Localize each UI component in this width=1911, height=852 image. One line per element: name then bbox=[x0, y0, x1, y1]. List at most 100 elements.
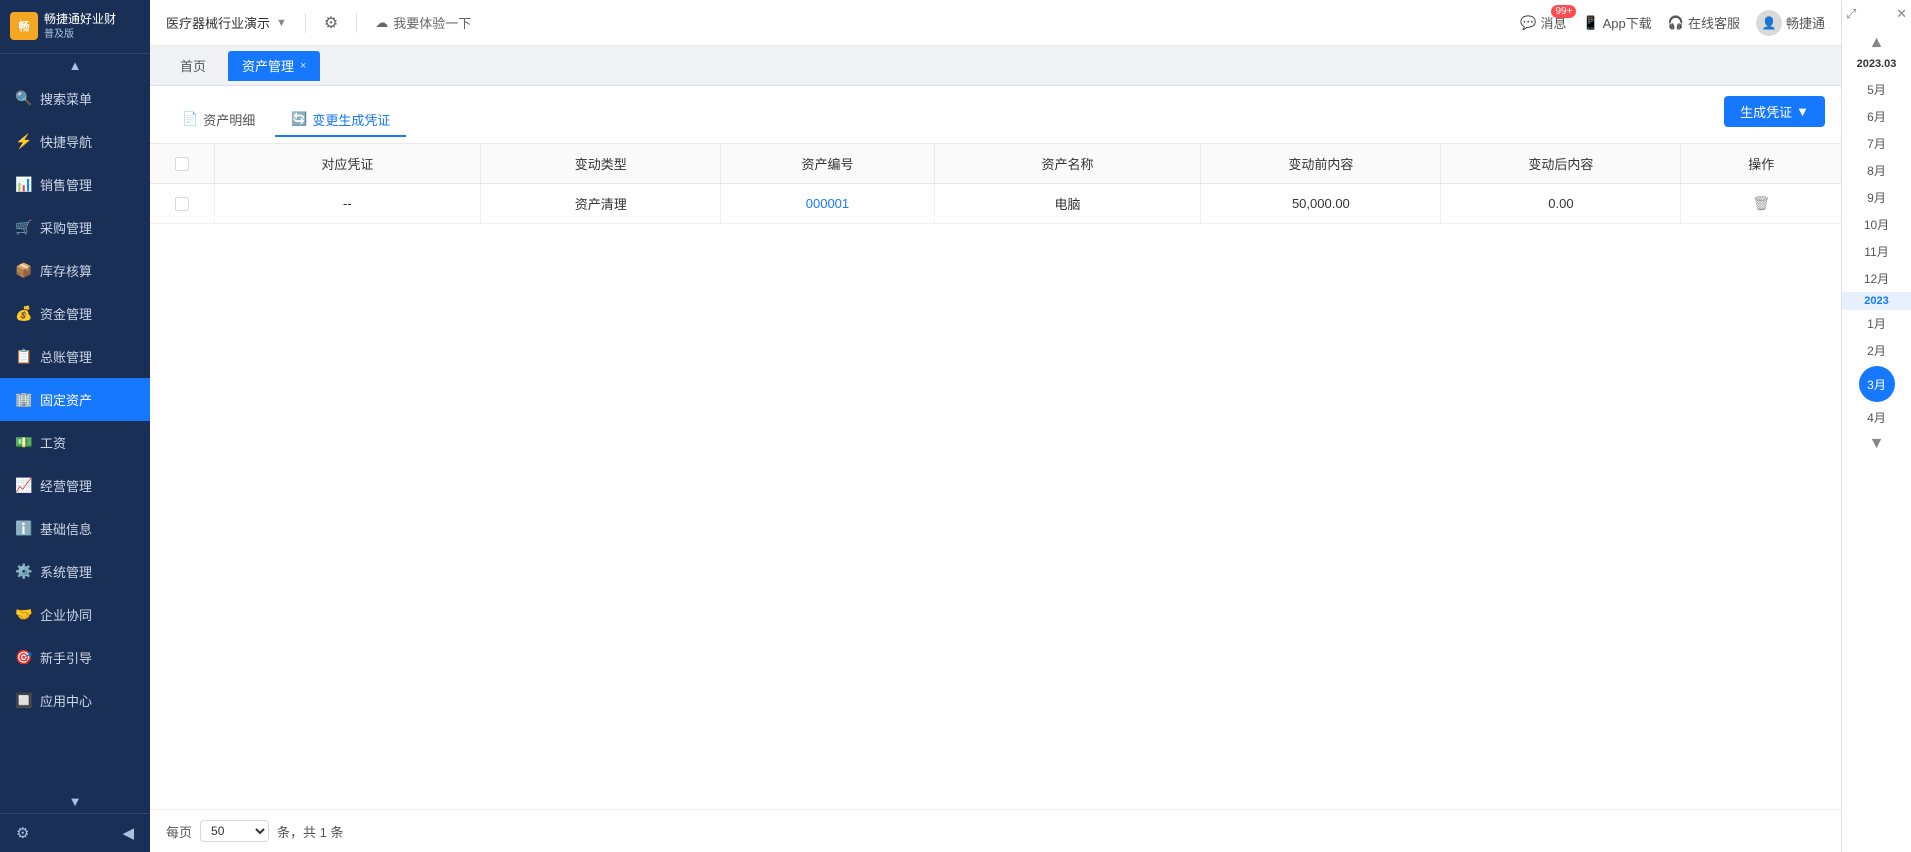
fixed-icon: 🏢 bbox=[16, 391, 32, 407]
online-service-button[interactable]: 🎧 在线客服 bbox=[1668, 13, 1740, 32]
select-all-checkbox[interactable] bbox=[175, 157, 189, 171]
table-container: 对应凭证 变动类型 资产编号 资产名称 变动前内容 变动后内容 操作 -- 资产… bbox=[150, 144, 1841, 809]
sub-tab-asset-detail[interactable]: 📄 资产明细 bbox=[166, 104, 271, 137]
sidebar-bottom: ⚙ ◀ bbox=[0, 813, 150, 852]
date-item-1月[interactable]: 1月 bbox=[1842, 310, 1911, 337]
purchase-icon: 🛒 bbox=[16, 219, 32, 235]
sidebar-item-ops[interactable]: 📈 经营管理 bbox=[0, 464, 150, 507]
date-selected-3[interactable]: 3月 bbox=[1859, 366, 1895, 402]
sidebar-item-payroll[interactable]: 💵工资 bbox=[0, 421, 150, 464]
date-scroll-up[interactable]: ▲ bbox=[1842, 30, 1911, 56]
sidebar-item-fixed[interactable]: 🏢固定资产 bbox=[0, 378, 150, 421]
col-header-after: 变动后内容 bbox=[1441, 144, 1681, 184]
sidebar-collapse-icon[interactable]: ◀ bbox=[122, 824, 134, 842]
tab-close-icon[interactable]: × bbox=[300, 60, 306, 72]
sidebar-scroll-up[interactable]: ▲ bbox=[0, 54, 150, 77]
table-row: -- 资产清理 000001 电脑 50,000.00 0.00 🗑 bbox=[150, 184, 1841, 224]
date-item-2月[interactable]: 2月 bbox=[1842, 337, 1911, 364]
generate-btn-wrapper: 生成凭证 ▼ bbox=[1724, 96, 1825, 143]
sidebar-item-label-apps: 应用中心 bbox=[40, 691, 92, 710]
sidebar-item-system[interactable]: ⚙️系统管理 bbox=[0, 550, 150, 593]
asset-change-table: 对应凭证 变动类型 资产编号 资产名称 变动前内容 变动后内容 操作 -- 资产… bbox=[150, 144, 1841, 224]
tab-asset-mgmt[interactable]: 资产管理 × bbox=[228, 51, 320, 81]
funds-icon: 💰 bbox=[16, 305, 32, 321]
row-checkbox-0[interactable] bbox=[175, 197, 189, 211]
sidebar-item-label-ops: 经营管理 bbox=[40, 476, 92, 495]
experience-button[interactable]: ☁ 我要体验一下 bbox=[375, 13, 471, 32]
topbar-divider-1 bbox=[305, 13, 306, 33]
inventory-icon: 📦 bbox=[16, 262, 32, 278]
date-item-8月[interactable]: 8月 bbox=[1842, 157, 1911, 184]
right-panel-close-icon[interactable]: ✕ bbox=[1896, 6, 1907, 22]
sidebar-item-basic[interactable]: ℹ️基础信息 bbox=[0, 507, 150, 550]
sidebar-item-label-collab: 企业协同 bbox=[40, 605, 92, 624]
sidebar-item-guide[interactable]: 🎯新手引导 bbox=[0, 636, 150, 679]
sidebar-settings-icon[interactable]: ⚙ bbox=[16, 824, 29, 842]
logo-text: 畅捷通好业财 普及版 bbox=[44, 12, 116, 41]
pagination-total-label: 条，共 1 条 bbox=[277, 822, 343, 841]
topbar-right: 💬 消息 99+ 📱 App下载 🎧 在线客服 👤 畅捷通 bbox=[1520, 10, 1825, 36]
date-scroll-down[interactable]: ▼ bbox=[1842, 431, 1911, 457]
sidebar-item-label-inventory: 库存核算 bbox=[40, 261, 92, 280]
sidebar: 畅 畅捷通好业财 普及版 ▲ 🔍搜索菜单 ⚡ 快捷导航 📊销售管理 🛒 采购管理 📦 库存核算… bbox=[0, 0, 150, 852]
sub-tab-change-voucher[interactable]: 🔄 变更生成凭证 bbox=[275, 104, 406, 137]
sidebar-item-quicknav[interactable]: ⚡ 快捷导航 bbox=[0, 120, 150, 163]
col-header-before: 变动前内容 bbox=[1201, 144, 1441, 184]
apps-icon: 🔲 bbox=[16, 692, 32, 708]
col-header-voucher: 对应凭证 bbox=[214, 144, 481, 184]
sidebar-scroll-down[interactable]: ▼ bbox=[0, 790, 150, 813]
sidebar-nav: 🔍搜索菜单 ⚡ 快捷导航 📊销售管理 🛒 采购管理 📦 库存核算 💰资金管理📋总账管理🏢固定资产… bbox=[0, 77, 150, 790]
date-item-11月[interactable]: 11月 bbox=[1842, 238, 1911, 265]
sidebar-item-label-system: 系统管理 bbox=[40, 562, 92, 581]
date-item-7月[interactable]: 7月 bbox=[1842, 130, 1911, 157]
search-icon: 🔍 bbox=[16, 90, 32, 106]
change-voucher-icon: 🔄 bbox=[291, 111, 307, 127]
sidebar-item-label-basic: 基础信息 bbox=[40, 519, 92, 538]
ledger-icon: 📋 bbox=[16, 348, 32, 364]
sidebar-item-purchase[interactable]: 🛒 采购管理 bbox=[0, 206, 150, 249]
date-item-5月[interactable]: 5月 bbox=[1842, 76, 1911, 103]
date-item-4月[interactable]: 4月 bbox=[1842, 404, 1911, 431]
sidebar-item-sales[interactable]: 📊销售管理 bbox=[0, 163, 150, 206]
ops-icon: 📈 bbox=[16, 477, 32, 493]
cell-type-0: 资产清理 bbox=[481, 184, 721, 224]
tab-asset-mgmt-label: 资产管理 bbox=[242, 56, 294, 75]
messages-button[interactable]: 💬 消息 99+ bbox=[1520, 13, 1566, 32]
company-name: 医疗器械行业演示 bbox=[166, 13, 270, 32]
pagination-size-select[interactable]: 50 100 200 bbox=[200, 820, 269, 842]
sidebar-item-label-sales: 销售管理 bbox=[40, 175, 92, 194]
sidebar-item-inventory[interactable]: 📦 库存核算 bbox=[0, 249, 150, 292]
sidebar-item-funds[interactable]: 💰资金管理 bbox=[0, 292, 150, 335]
company-selector[interactable]: 医疗器械行业演示 ▼ bbox=[166, 13, 287, 32]
right-panel-expand-icon[interactable]: ⤢ bbox=[1846, 6, 1856, 22]
delete-icon-0[interactable]: 🗑 bbox=[1752, 195, 1770, 211]
tab-home[interactable]: 首页 bbox=[166, 51, 220, 81]
sidebar-logo: 畅 畅捷通好业财 普及版 bbox=[0, 0, 150, 54]
settings-icon[interactable]: ⚙ bbox=[324, 13, 338, 33]
message-icon: 💬 bbox=[1520, 15, 1536, 31]
app-download-label: App下载 bbox=[1603, 13, 1652, 32]
sidebar-item-ledger[interactable]: 📋总账管理 bbox=[0, 335, 150, 378]
generate-button-label: 生成凭证 bbox=[1740, 102, 1792, 121]
date-item-10月[interactable]: 10月 bbox=[1842, 211, 1911, 238]
generate-voucher-button[interactable]: 生成凭证 ▼ bbox=[1724, 96, 1825, 127]
avatar: 👤 bbox=[1756, 10, 1782, 36]
cell-voucher-0: -- bbox=[214, 184, 481, 224]
tab-home-label: 首页 bbox=[180, 56, 206, 75]
sidebar-item-label-purchase: 采购管理 bbox=[40, 218, 92, 237]
cell-name-0: 电脑 bbox=[934, 184, 1201, 224]
sidebar-item-label-guide: 新手引导 bbox=[40, 648, 92, 667]
quicknav-icon: ⚡ bbox=[16, 133, 32, 149]
sidebar-item-search[interactable]: 🔍搜索菜单 bbox=[0, 77, 150, 120]
date-item-12月[interactable]: 12月 bbox=[1842, 265, 1911, 292]
cell-checkbox-0 bbox=[150, 184, 214, 224]
sidebar-item-label-quicknav: 快捷导航 bbox=[40, 132, 92, 151]
user-profile[interactable]: 👤 畅捷通 bbox=[1756, 10, 1825, 36]
sidebar-item-apps[interactable]: 🔲 应用中心 bbox=[0, 679, 150, 722]
app-download-button[interactable]: 📱 App下载 bbox=[1582, 13, 1651, 32]
experience-icon: ☁ bbox=[375, 15, 388, 31]
year-label[interactable]: 2023 bbox=[1842, 292, 1911, 310]
sidebar-item-collab[interactable]: 🤝企业协同 bbox=[0, 593, 150, 636]
date-item-9月[interactable]: 9月 bbox=[1842, 184, 1911, 211]
date-item-6月[interactable]: 6月 bbox=[1842, 103, 1911, 130]
